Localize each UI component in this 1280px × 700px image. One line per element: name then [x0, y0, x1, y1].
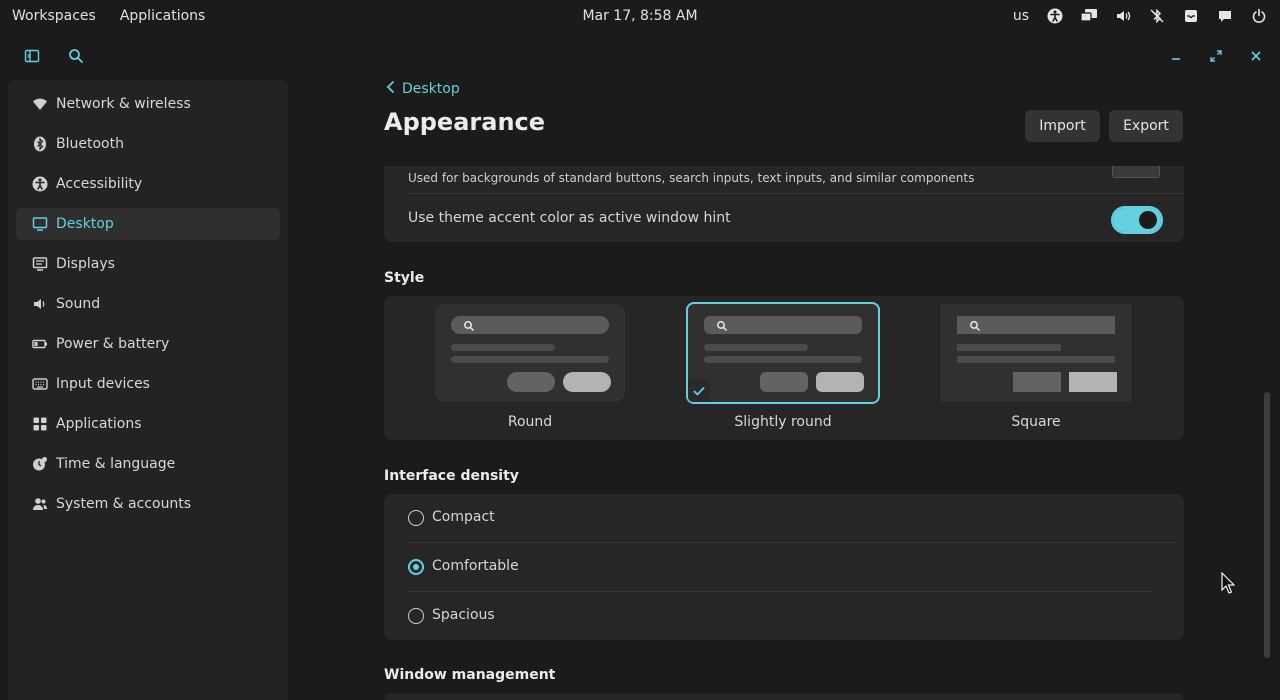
- displays-icon: [32, 256, 48, 272]
- style-heading: Style: [384, 270, 425, 286]
- sidebar-item-label: System & accounts: [56, 496, 192, 512]
- display-icon[interactable]: [1080, 7, 1098, 25]
- maximize-icon[interactable]: [1206, 46, 1226, 66]
- keyboard-layout-indicator[interactable]: us: [1013, 8, 1029, 24]
- color-settings-card: Used for backgrounds of standard buttons…: [384, 166, 1184, 242]
- control-component-description: Used for backgrounds of standard buttons…: [408, 171, 975, 185]
- search-icon[interactable]: [66, 46, 86, 66]
- back-link[interactable]: Desktop: [386, 80, 460, 98]
- sidebar-item-accessibility[interactable]: Accessibility: [16, 168, 280, 200]
- sidebar-item-label: Displays: [56, 256, 115, 272]
- mouse-cursor-icon: [1221, 572, 1235, 594]
- sidebar-item-bluetooth[interactable]: Bluetooth: [16, 128, 280, 160]
- sidebar-item-displays[interactable]: Displays: [16, 248, 280, 280]
- density-heading: Interface density: [384, 468, 519, 484]
- divider: [408, 591, 1152, 592]
- sidebar-item-label: Sound: [56, 296, 101, 312]
- sidebar-item-desktop[interactable]: Desktop: [16, 208, 280, 240]
- density-option-label: Spacious: [432, 607, 495, 623]
- notifications-icon[interactable]: [1182, 7, 1200, 25]
- search-icon: [970, 321, 981, 332]
- back-link-label: Desktop: [402, 81, 460, 97]
- accent-hint-toggle[interactable]: [1111, 206, 1163, 234]
- search-icon: [717, 321, 728, 332]
- sidebar-item-time-language[interactable]: Time & language: [16, 448, 280, 480]
- system-tray: us: [1013, 0, 1280, 32]
- applications-button[interactable]: Applications: [120, 8, 206, 24]
- density-radio-spacious[interactable]: [408, 608, 424, 624]
- apps-grid-icon: [32, 416, 48, 432]
- sidebar-item-label: Network & wireless: [56, 96, 191, 112]
- chat-icon[interactable]: [1216, 7, 1234, 25]
- sidebar-item-label: Accessibility: [56, 176, 143, 192]
- window-management-card: [384, 693, 1184, 700]
- style-option-label: Slightly round: [734, 414, 832, 430]
- sidebar-item-applications[interactable]: Applications: [16, 408, 280, 440]
- sidebar-item-label: Input devices: [56, 376, 150, 392]
- export-button[interactable]: Export: [1109, 110, 1183, 142]
- style-option-square[interactable]: [941, 304, 1131, 402]
- workspaces-button[interactable]: Workspaces: [12, 8, 96, 24]
- bluetooth-icon: [32, 136, 48, 152]
- sidebar-toggle-icon[interactable]: [22, 46, 42, 66]
- sidebar-item-network[interactable]: Network & wireless: [16, 88, 280, 120]
- accessibility-icon[interactable]: [1046, 7, 1064, 25]
- top-panel: Workspaces Applications Mar 17, 8:58 AM …: [0, 0, 1280, 32]
- sidebar-item-power[interactable]: Power & battery: [16, 328, 280, 360]
- divider: [408, 193, 1184, 194]
- battery-icon: [32, 336, 48, 352]
- sidebar-item-input-devices[interactable]: Input devices: [16, 368, 280, 400]
- style-option-label: Square: [1011, 414, 1061, 430]
- volume-icon[interactable]: [1114, 7, 1132, 25]
- chevron-left-icon: [386, 80, 396, 98]
- time-language-icon: [32, 456, 48, 472]
- control-color-swatch[interactable]: [1112, 166, 1160, 178]
- style-option-round[interactable]: [435, 304, 625, 402]
- sidebar-item-label: Bluetooth: [56, 136, 124, 152]
- bluetooth-off-icon[interactable]: [1148, 7, 1166, 25]
- settings-window: Network & wireless Bluetooth Accessibili…: [0, 32, 1280, 700]
- sidebar-item-system-accounts[interactable]: System & accounts: [16, 488, 280, 520]
- keyboard-icon: [32, 376, 48, 392]
- settings-sidebar: Network & wireless Bluetooth Accessibili…: [8, 80, 288, 700]
- divider: [408, 542, 1176, 543]
- sidebar-item-label: Power & battery: [56, 336, 170, 352]
- sound-icon: [32, 296, 48, 312]
- scrollbar[interactable]: [1264, 392, 1270, 658]
- desktop-icon: [32, 216, 48, 232]
- search-icon: [464, 321, 475, 332]
- sidebar-item-label: Desktop: [56, 216, 114, 232]
- wifi-icon: [32, 96, 48, 112]
- checkmark-icon: [688, 380, 710, 402]
- sidebar-item-label: Applications: [56, 416, 142, 432]
- style-option-slightly-round[interactable]: [686, 302, 880, 404]
- import-button[interactable]: Import: [1025, 110, 1100, 142]
- window-management-heading: Window management: [384, 667, 556, 683]
- minimize-icon[interactable]: [1166, 46, 1186, 66]
- sidebar-item-sound[interactable]: Sound: [16, 288, 280, 320]
- sidebar-item-label: Time & language: [56, 456, 176, 472]
- power-icon[interactable]: [1250, 7, 1268, 25]
- density-option-label: Compact: [432, 509, 495, 525]
- density-radio-comfortable[interactable]: [408, 559, 424, 575]
- accounts-icon: [32, 496, 48, 512]
- style-option-label: Round: [507, 414, 553, 430]
- density-option-label: Comfortable: [432, 558, 519, 574]
- density-radio-compact[interactable]: [408, 510, 424, 526]
- close-icon[interactable]: [1246, 46, 1266, 66]
- accent-hint-label: Use theme accent color as active window …: [408, 210, 731, 226]
- style-card: Round Slightly round Square: [384, 296, 1184, 440]
- accessibility-icon: [32, 176, 48, 192]
- page-title: Appearance: [384, 108, 546, 136]
